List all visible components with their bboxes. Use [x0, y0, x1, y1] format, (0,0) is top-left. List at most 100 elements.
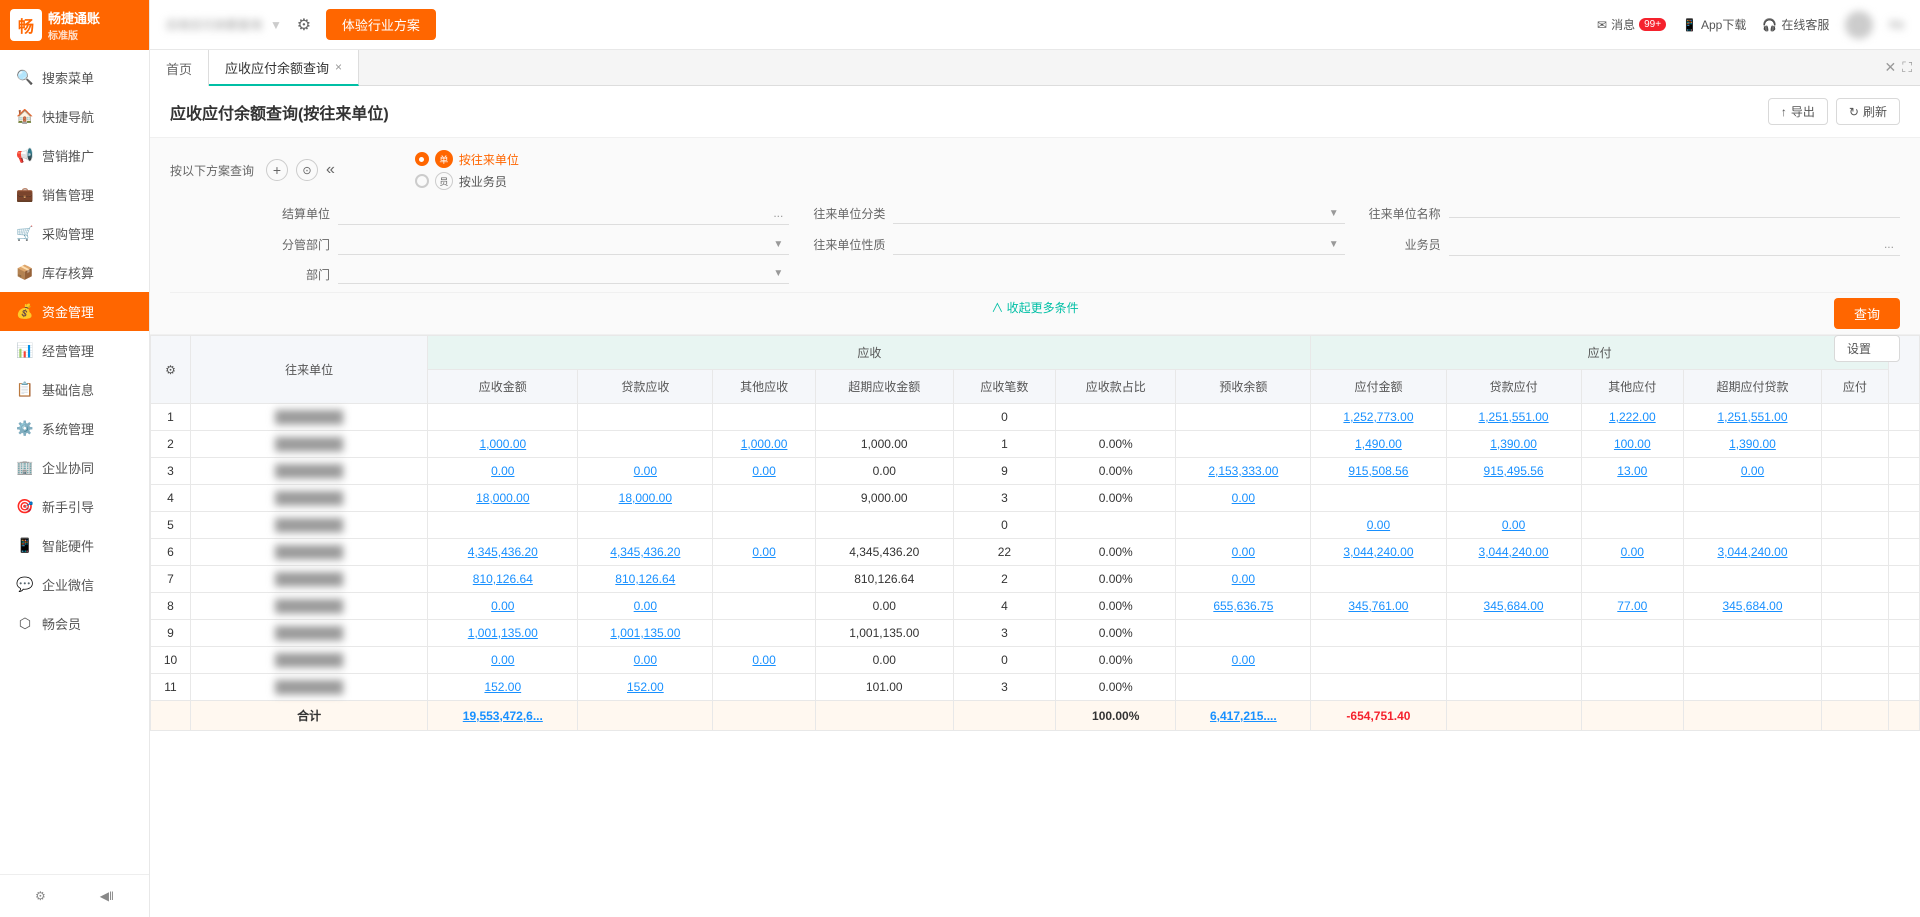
sidebar-item-quicknav[interactable]: 🏠 快捷导航: [0, 97, 149, 136]
online-service-button[interactable]: 🎧 在线客服: [1762, 16, 1829, 33]
sidebar-item-enterprise[interactable]: 🏢 企业协同: [0, 448, 149, 487]
table-cell-link[interactable]: 345,684.00: [1722, 599, 1782, 613]
table-cell-link[interactable]: 0.00: [491, 464, 514, 478]
table-cell-link[interactable]: 0.00: [752, 653, 775, 667]
table-cell-link[interactable]: 3,044,240.00: [1343, 545, 1413, 559]
table-cell-link[interactable]: 0.00: [1621, 545, 1644, 559]
user-avatar[interactable]: [1845, 11, 1873, 39]
input-division[interactable]: ▼: [338, 235, 789, 255]
table-cell-link[interactable]: 2,153,333.00: [1208, 464, 1278, 478]
sidebar-item-wechat[interactable]: 💬 企业微信: [0, 565, 149, 604]
tab-maximize[interactable]: ⛶: [1902, 59, 1912, 76]
input-salesperson[interactable]: ...: [1449, 233, 1900, 256]
settings-button[interactable]: 设置: [1834, 335, 1900, 362]
sidebar-item-search[interactable]: 🔍 搜索菜单: [0, 58, 149, 97]
sidebar-item-sales[interactable]: 💼 销售管理: [0, 175, 149, 214]
table-cell-link[interactable]: 1,000.00: [479, 437, 526, 451]
solution-button[interactable]: 体验行业方案: [326, 9, 436, 40]
table-cell-link[interactable]: 1,000.00: [741, 437, 788, 451]
sidebar-item-hardware[interactable]: 📱 智能硬件: [0, 526, 149, 565]
table-cell-link[interactable]: 810,126.64: [615, 572, 675, 586]
row-ar-overdue: [815, 512, 953, 539]
sidebar-item-purchase[interactable]: 🛒 采购管理: [0, 214, 149, 253]
table-cell-link[interactable]: 100.00: [1614, 437, 1651, 451]
filter-scheme-button[interactable]: ⊙: [296, 159, 318, 181]
table-cell-link[interactable]: 0.00: [634, 464, 657, 478]
table-cell-link[interactable]: 1,222.00: [1609, 410, 1656, 424]
row-ar-count: 22: [953, 539, 1055, 566]
table-cell-link[interactable]: 18,000.00: [619, 491, 672, 505]
export-button[interactable]: ↑ 导出: [1768, 98, 1828, 125]
table-cell-link[interactable]: 0.00: [1741, 464, 1764, 478]
query-button[interactable]: 查询: [1834, 298, 1900, 329]
sidebar-item-marketing[interactable]: 📢 营销推广: [0, 136, 149, 175]
table-cell-link[interactable]: 0.00: [1232, 491, 1255, 505]
tab-home[interactable]: 首页: [150, 50, 209, 86]
row-unit: ████████: [191, 512, 428, 539]
input-unitnature[interactable]: ▼: [893, 235, 1344, 255]
table-cell-link[interactable]: 0.00: [1367, 518, 1390, 532]
filter-add-button[interactable]: +: [266, 159, 288, 181]
table-cell-link[interactable]: 3,044,240.00: [1717, 545, 1787, 559]
refresh-button[interactable]: ↻ 刷新: [1836, 98, 1900, 125]
sidebar-item-finance[interactable]: 💰 资金管理: [0, 292, 149, 331]
input-unitname[interactable]: [1449, 209, 1900, 218]
tab-close-window[interactable]: ✕: [1884, 59, 1896, 76]
row-unit: ████████: [191, 458, 428, 485]
tab-close-icon[interactable]: ×: [335, 60, 342, 74]
scheme-option-byunit[interactable]: 单 按往来单位: [415, 150, 519, 168]
table-cell-link[interactable]: 18,000.00: [476, 491, 529, 505]
table-gear-icon[interactable]: ⚙: [161, 363, 180, 377]
table-cell-link[interactable]: 0.00: [634, 653, 657, 667]
table-cell-link[interactable]: 1,252,773.00: [1343, 410, 1413, 424]
table-cell-link[interactable]: 915,495.56: [1484, 464, 1544, 478]
table-cell-link[interactable]: 4,345,436.20: [610, 545, 680, 559]
table-cell-link[interactable]: 345,684.00: [1484, 599, 1544, 613]
sidebar-item-inventory[interactable]: 📦 库存核算: [0, 253, 149, 292]
table-cell-link[interactable]: 0.00: [1502, 518, 1525, 532]
table-cell-link[interactable]: 0.00: [491, 599, 514, 613]
table-cell-link[interactable]: 0.00: [1232, 545, 1255, 559]
table-cell-link[interactable]: 1,390.00: [1729, 437, 1776, 451]
table-cell-link[interactable]: 1,001,135.00: [610, 626, 680, 640]
table-cell-link[interactable]: 0.00: [1232, 572, 1255, 586]
settings-bottom-btn[interactable]: ⚙: [29, 883, 52, 909]
input-unitcategory[interactable]: ▼: [893, 204, 1344, 224]
table-cell-link[interactable]: 1,251,551.00: [1479, 410, 1549, 424]
table-cell-link[interactable]: 0.00: [1232, 653, 1255, 667]
collapse-more-button[interactable]: ∧ 收起更多条件: [170, 292, 1900, 322]
table-cell-link[interactable]: 3,044,240.00: [1479, 545, 1549, 559]
table-cell-link[interactable]: 0.00: [752, 545, 775, 559]
tab-arbalance[interactable]: 应收应付余额查询 ×: [209, 50, 359, 86]
gear-button[interactable]: ⚙: [290, 11, 318, 39]
table-cell-link[interactable]: 1,251,551.00: [1717, 410, 1787, 424]
input-settlement[interactable]: ...: [338, 202, 789, 225]
sidebar-item-management[interactable]: 📊 经营管理: [0, 331, 149, 370]
table-cell-link[interactable]: 915,508.56: [1348, 464, 1408, 478]
table-cell-link[interactable]: 655,636.75: [1213, 599, 1273, 613]
table-cell-link[interactable]: 77.00: [1617, 599, 1647, 613]
scheme-option-bysales[interactable]: 员 按业务员: [415, 172, 519, 190]
collapse-bottom-btn[interactable]: ◀‖: [94, 883, 120, 909]
filter-collapse-button[interactable]: «: [326, 161, 335, 179]
sidebar-item-basic[interactable]: 📋 基础信息: [0, 370, 149, 409]
sidebar-item-guide[interactable]: 🎯 新手引导: [0, 487, 149, 526]
row-ar-ratio: 0.00%: [1056, 593, 1176, 620]
table-cell-link[interactable]: 152.00: [484, 680, 521, 694]
table-cell-link[interactable]: 13.00: [1617, 464, 1647, 478]
table-cell-link[interactable]: 4,345,436.20: [468, 545, 538, 559]
app-download-button[interactable]: 📱 App下载: [1682, 16, 1746, 33]
sidebar-item-member[interactable]: ⬡ 畅会员: [0, 604, 149, 643]
table-cell-link[interactable]: 810,126.64: [473, 572, 533, 586]
table-cell-link[interactable]: 0.00: [634, 599, 657, 613]
input-department[interactable]: ▼: [338, 264, 789, 284]
table-cell-link[interactable]: 0.00: [752, 464, 775, 478]
messages-button[interactable]: ✉ 消息 99+: [1597, 16, 1666, 33]
table-cell-link[interactable]: 345,761.00: [1348, 599, 1408, 613]
table-cell-link[interactable]: 1,390.00: [1490, 437, 1537, 451]
table-cell-link[interactable]: 0.00: [491, 653, 514, 667]
table-cell-link[interactable]: 1,490.00: [1355, 437, 1402, 451]
table-cell-link[interactable]: 152.00: [627, 680, 664, 694]
sidebar-item-system[interactable]: ⚙️ 系统管理: [0, 409, 149, 448]
table-cell-link[interactable]: 1,001,135.00: [468, 626, 538, 640]
